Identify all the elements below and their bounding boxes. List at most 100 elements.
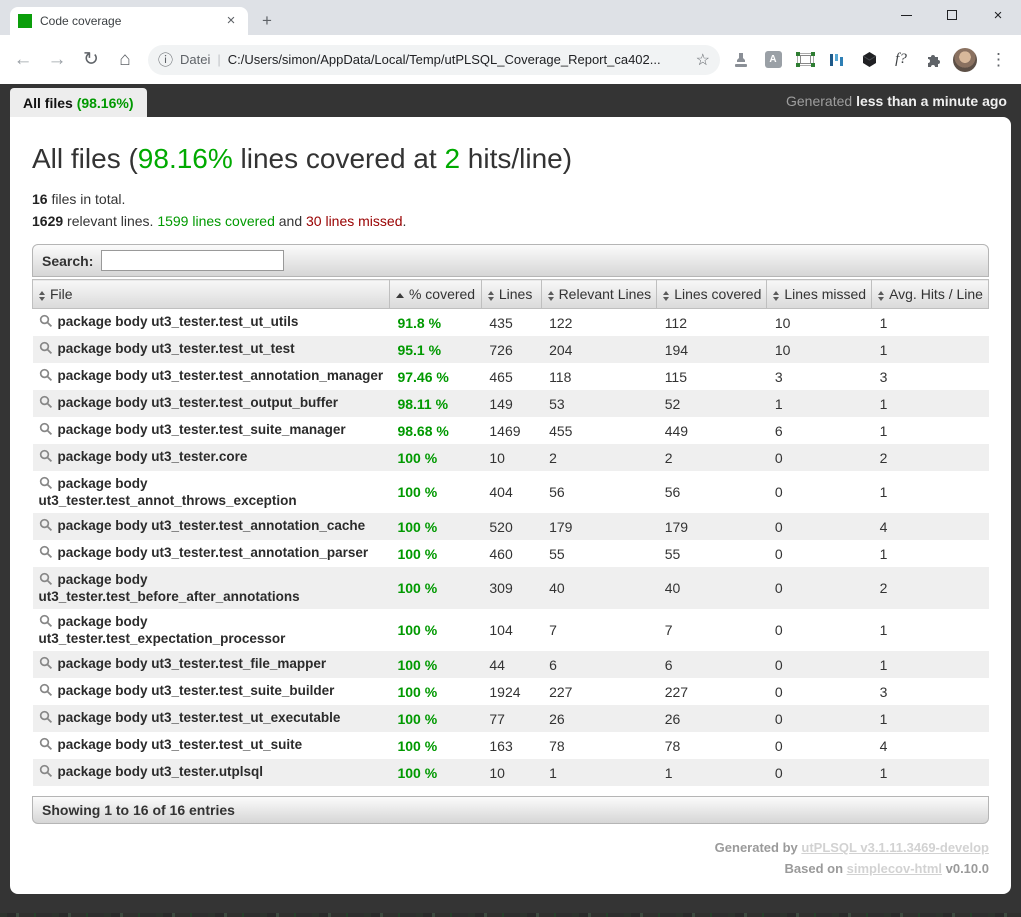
- table-row: package body ut3_tester.test_expectation…: [33, 609, 989, 651]
- file-cell[interactable]: package body ut3_tester.test_ut_utils: [33, 309, 390, 337]
- utplsql-version-link[interactable]: utPLSQL v3.1.11.3469-develop: [801, 840, 989, 855]
- lines-cell: 44: [481, 651, 541, 678]
- file-cell[interactable]: package body ut3_tester.test_expectation…: [33, 609, 390, 651]
- file-cell[interactable]: package body ut3_tester.utplsql: [33, 759, 390, 786]
- bookmark-star-icon[interactable]: ☆: [696, 50, 710, 70]
- percent-covered-cell: 100 %: [389, 471, 481, 513]
- extensions-puzzle-icon[interactable]: [920, 47, 946, 73]
- report-page: All files (98.16%) Generated less than a…: [0, 84, 1021, 894]
- browser-menu-icon[interactable]: ⋮: [984, 50, 1013, 70]
- home-button[interactable]: ⌂: [110, 45, 140, 75]
- browser-tab[interactable]: Code coverage ×: [10, 7, 248, 35]
- screenshot-extension-icon[interactable]: [792, 47, 818, 73]
- file-name: package body ut3_tester.test_ut_test: [58, 341, 295, 356]
- column-header-percent-covered[interactable]: % covered: [389, 280, 481, 309]
- lines-missed-cell: 0: [767, 651, 872, 678]
- table-row: package body ut3_tester.test_ut_suite 10…: [33, 732, 989, 759]
- table-row: package body ut3_tester.test_file_mapper…: [33, 651, 989, 678]
- stamp-extension-icon[interactable]: [728, 47, 754, 73]
- favicon-green-square: [18, 14, 32, 28]
- tab-close-icon[interactable]: ×: [222, 12, 240, 30]
- file-cell[interactable]: package body ut3_tester.test_before_afte…: [33, 567, 390, 609]
- lines-missed-cell: 10: [767, 309, 872, 337]
- file-cell[interactable]: package body ut3_tester.test_annotation_…: [33, 363, 390, 390]
- lines-covered-cell: 115: [657, 363, 767, 390]
- minimize-button[interactable]: [883, 0, 929, 30]
- lines-missed-cell: 6: [767, 417, 872, 444]
- table-row: package body ut3_tester.test_ut_executab…: [33, 705, 989, 732]
- table-row: package body ut3_tester.utplsql 100 % 10…: [33, 759, 989, 786]
- forward-button[interactable]: →: [42, 45, 72, 75]
- new-tab-button[interactable]: +: [248, 11, 286, 35]
- avg-hits-cell: 1: [872, 609, 989, 651]
- avg-hits-cell: 1: [872, 651, 989, 678]
- cube-extension-icon[interactable]: [856, 47, 882, 73]
- avg-hits-cell: 3: [872, 678, 989, 705]
- column-header-avg-hits[interactable]: Avg. Hits / Line: [872, 280, 989, 309]
- coverage-table-body: package body ut3_tester.test_ut_utils 91…: [33, 309, 989, 787]
- browser-toolbar: ← → ↻ ⌂ ⓘ Datei | C:/Users/simon/AppData…: [0, 35, 1021, 84]
- simplecov-html-link[interactable]: simplecov-html: [847, 861, 942, 876]
- lines-missed-cell: 0: [767, 609, 872, 651]
- magnifier-icon: [39, 422, 53, 439]
- magnifier-icon: [39, 341, 53, 358]
- back-button[interactable]: ←: [8, 45, 38, 75]
- info-icon[interactable]: ⓘ: [158, 49, 173, 70]
- sort-both-icon: [878, 291, 884, 301]
- lines-cell: 1924: [481, 678, 541, 705]
- avg-hits-cell: 4: [872, 513, 989, 540]
- file-cell[interactable]: package body ut3_tester.test_suite_build…: [33, 678, 390, 705]
- file-cell[interactable]: package body ut3_tester.test_ut_suite: [33, 732, 390, 759]
- table-row: package body ut3_tester.test_annotation_…: [33, 540, 989, 567]
- file-cell[interactable]: package body ut3_tester.test_output_buff…: [33, 390, 390, 417]
- lines-missed-cell: 10: [767, 336, 872, 363]
- column-header-lines[interactable]: Lines: [481, 280, 541, 309]
- lines-missed-cell: 0: [767, 540, 872, 567]
- file-cell[interactable]: package body ut3_tester.test_annotation_…: [33, 540, 390, 567]
- url-scheme-label: Datei: [180, 52, 210, 67]
- file-cell[interactable]: package body ut3_tester.test_annotation_…: [33, 513, 390, 540]
- avg-hits-cell: 4: [872, 732, 989, 759]
- column-header-lines-missed[interactable]: Lines missed: [767, 280, 872, 309]
- file-cell[interactable]: package body ut3_tester.core: [33, 444, 390, 471]
- column-header-relevant-lines[interactable]: Relevant Lines: [541, 280, 657, 309]
- avg-hits-cell: 1: [872, 705, 989, 732]
- fonts-extension-icon[interactable]: f?: [888, 47, 914, 73]
- table-row: package body ut3_tester.test_suite_build…: [33, 678, 989, 705]
- column-header-lines-covered[interactable]: Lines covered: [657, 280, 767, 309]
- column-header-file[interactable]: File: [33, 280, 390, 309]
- pdf-extension-icon[interactable]: A: [760, 47, 786, 73]
- lines-missed-cell: 1: [767, 390, 872, 417]
- lines-missed-cell: 3: [767, 363, 872, 390]
- lines-covered-cell: 179: [657, 513, 767, 540]
- generated-timestamp: Generated less than a minute ago: [786, 93, 1011, 109]
- browser-tab-title: Code coverage: [40, 14, 214, 28]
- search-input[interactable]: [101, 250, 284, 271]
- percent-covered-cell: 100 %: [389, 567, 481, 609]
- tab-all-files[interactable]: All files (98.16%): [10, 88, 147, 117]
- file-cell[interactable]: package body ut3_tester.test_file_mapper: [33, 651, 390, 678]
- lines-covered-cell: 52: [657, 390, 767, 417]
- table-row: package body ut3_tester.test_output_buff…: [33, 390, 989, 417]
- lines-covered-cell: 112: [657, 309, 767, 337]
- avg-hits-cell: 2: [872, 567, 989, 609]
- file-cell[interactable]: package body ut3_tester.test_annot_throw…: [33, 471, 390, 513]
- magnifier-icon: [39, 656, 53, 673]
- file-cell[interactable]: package body ut3_tester.test_suite_manag…: [33, 417, 390, 444]
- maximize-button[interactable]: [929, 0, 975, 30]
- stats-bars-extension-icon[interactable]: [824, 47, 850, 73]
- sort-both-icon: [39, 291, 45, 301]
- reload-button[interactable]: ↻: [76, 45, 106, 75]
- lines-cell: 77: [481, 705, 541, 732]
- file-cell[interactable]: package body ut3_tester.test_ut_executab…: [33, 705, 390, 732]
- profile-avatar[interactable]: [952, 47, 978, 73]
- address-bar[interactable]: ⓘ Datei | C:/Users/simon/AppData/Local/T…: [148, 45, 720, 75]
- lines-missed-cell: 0: [767, 705, 872, 732]
- lines-missed-cell: 0: [767, 678, 872, 705]
- url-text[interactable]: C:/Users/simon/AppData/Local/Temp/utPLSQ…: [228, 52, 689, 67]
- percent-covered-cell: 100 %: [389, 705, 481, 732]
- file-cell[interactable]: package body ut3_tester.test_ut_test: [33, 336, 390, 363]
- close-window-button[interactable]: ×: [975, 0, 1021, 30]
- percent-covered-cell: 100 %: [389, 540, 481, 567]
- lines-covered-cell: 56: [657, 471, 767, 513]
